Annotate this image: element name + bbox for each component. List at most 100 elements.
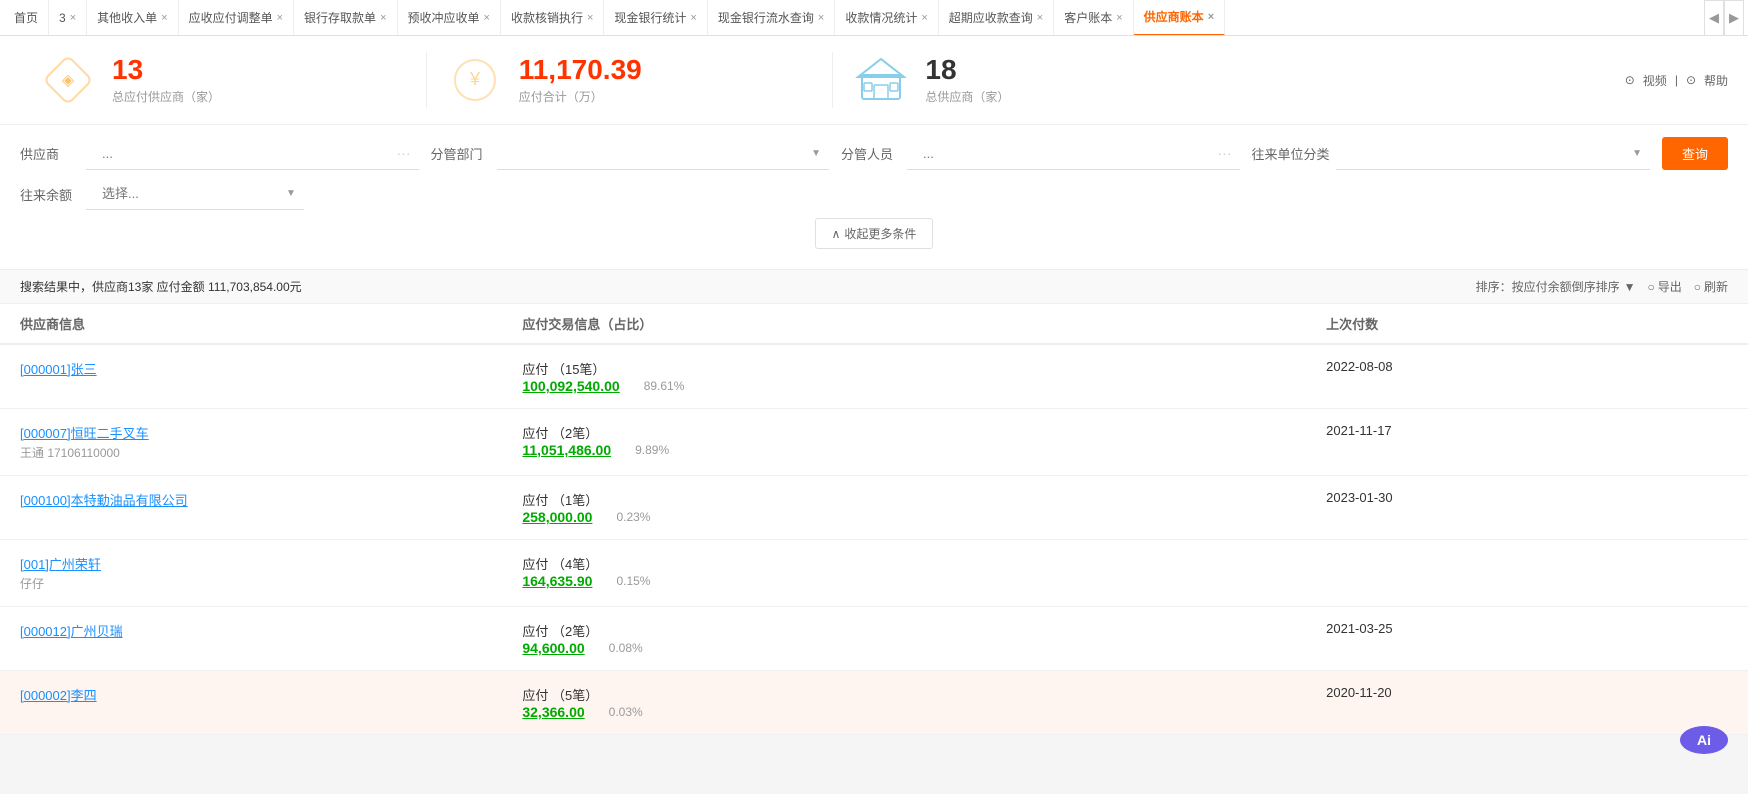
nav-tab-other-income[interactable]: 其他收入单 ×: [87, 0, 178, 36]
table-row: [000100]本特勤油品有限公司 应付 （1笔） 258,000.00 0.2…: [0, 476, 1748, 540]
close-tab-supplier-book[interactable]: ×: [1208, 11, 1214, 23]
trans-percent-1: 89.61%: [644, 379, 685, 393]
close-tab-customer-book[interactable]: ×: [1116, 12, 1122, 24]
trans-amount-5[interactable]: 94,600.00: [522, 640, 584, 656]
close-tab-cash-bank-flow[interactable]: ×: [818, 12, 824, 24]
close-tab-other-income[interactable]: ×: [161, 12, 167, 24]
payable-amount-number: 11,170.39: [519, 56, 642, 84]
supplier-input[interactable]: [94, 142, 397, 165]
header-supplier-info: 供应商信息: [20, 314, 522, 333]
close-tab-bank-deposit[interactable]: ×: [380, 12, 386, 24]
trans-type-2: 应付 （2笔）: [522, 423, 598, 442]
result-info: 搜索结果中，供应商13家 应付金额 111,703,854.00元: [20, 278, 302, 295]
filter-person: 分管人员 ···: [841, 138, 1240, 170]
supplier-name-4[interactable]: [001]广州荣轩: [20, 554, 522, 573]
lastpay-cell-1: 2022-08-08: [1326, 359, 1728, 374]
payable-amount-label: 应付合计（万）: [519, 88, 642, 105]
nav-tab-cash-bank-flow[interactable]: 现金银行流水查询 ×: [708, 0, 835, 36]
ai-button[interactable]: Ai: [1680, 726, 1728, 754]
svg-text:¥: ¥: [469, 69, 481, 89]
nav-tab-3[interactable]: 3 ×: [49, 0, 87, 36]
trans-type-5: 应付 （2笔）: [522, 621, 598, 640]
nav-tab-advance-ar[interactable]: 预收冲应收单 ×: [398, 0, 501, 36]
close-tab-3[interactable]: ×: [70, 12, 76, 24]
person-input[interactable]: [915, 142, 1218, 165]
trans-amount-1[interactable]: 100,092,540.00: [522, 378, 619, 394]
nav-next-arrow[interactable]: ▶: [1724, 0, 1744, 36]
supplier-name-2[interactable]: [000007]恒旺二手叉车: [20, 423, 522, 442]
supplier-cell-5: [000012]广州贝瑞: [20, 621, 522, 640]
filter-row-1: 供应商 ··· 分管部门 ▼ 分管人员 ··· 往来单位分类: [20, 137, 1728, 170]
stat-payable-amount: ¥ 11,170.39 应付合计（万）: [427, 52, 834, 108]
nav-prev-arrow[interactable]: ◀: [1704, 0, 1724, 36]
sort-label: 排序：按应付余额倒序排序: [1476, 278, 1620, 295]
lastpay-cell-6: 2020-11-20: [1326, 685, 1728, 700]
dept-dropdown-arrow[interactable]: ▼: [811, 148, 821, 159]
person-input-wrapper: ···: [907, 138, 1240, 170]
trans-percent-6: 0.03%: [609, 705, 643, 719]
last-pay-date-5: 2021-03-25: [1326, 621, 1393, 636]
supplier-name-6[interactable]: [000002]李四: [20, 685, 522, 704]
trans-amount-2[interactable]: 11,051,486.00: [522, 442, 611, 458]
nav-tab-receipt-verify[interactable]: 收款核销执行 ×: [501, 0, 604, 36]
trans-percent-4: 0.15%: [616, 574, 650, 588]
nav-tab-bank-deposit[interactable]: 银行存取款单 ×: [294, 0, 397, 36]
transaction-cell-4: 应付 （4笔） 164,635.90 0.15%: [522, 554, 1326, 589]
header-last-payment: 上次付数: [1326, 314, 1728, 333]
category-filter-label: 往来单位分类: [1252, 144, 1330, 163]
close-tab-cash-bank-stat[interactable]: ×: [690, 12, 696, 24]
nav-tab-cash-bank-stat[interactable]: 现金银行统计 ×: [604, 0, 707, 36]
total-suppliers-number: 18: [925, 56, 1009, 84]
table-row: [000001]张三 应付 （15笔） 100,092,540.00 89.61…: [0, 345, 1748, 409]
nav-tab-supplier-book[interactable]: 供应商账本 ×: [1134, 0, 1225, 36]
nav-tab-overdue-ar[interactable]: 超期应收款查询 ×: [939, 0, 1054, 36]
person-dots: ···: [1218, 145, 1232, 161]
top-navigation: 首页 3 × 其他收入单 × 应收应付调整单 × 银行存取款单 × 预收冲应收单…: [0, 0, 1748, 36]
close-tab-receipt-verify[interactable]: ×: [587, 12, 593, 24]
sort-select[interactable]: 排序：按应付余额倒序排序 ▼: [1476, 278, 1636, 295]
trans-amount-4[interactable]: 164,635.90: [522, 573, 592, 589]
balance-dropdown-arrow[interactable]: ▼: [286, 188, 296, 199]
nav-tab-receipt-stat[interactable]: 收款情况统计 ×: [835, 0, 938, 36]
close-tab-advance-ar[interactable]: ×: [484, 12, 490, 24]
category-input[interactable]: [1344, 142, 1633, 165]
trans-type-6: 应付 （5笔）: [522, 685, 598, 704]
supplier-cell-1: [000001]张三: [20, 359, 522, 378]
trans-amount-6[interactable]: 32,366.00: [522, 704, 584, 720]
refresh-button[interactable]: ○ 刷新: [1694, 278, 1728, 295]
close-tab-receipt-stat[interactable]: ×: [921, 12, 927, 24]
filter-category: 往来单位分类 ▼: [1252, 138, 1651, 170]
balance-filter-label: 往来余额: [20, 185, 80, 204]
amount-icon: ¥: [447, 52, 503, 108]
last-pay-date-2: 2021-11-17: [1326, 423, 1392, 438]
transaction-cell-1: 应付 （15笔） 100,092,540.00 89.61%: [522, 359, 1326, 394]
help-link[interactable]: 帮助: [1704, 72, 1728, 89]
trans-percent-2: 9.89%: [635, 443, 669, 457]
dept-input-wrapper: ▼: [497, 138, 830, 170]
close-tab-overdue-ar[interactable]: ×: [1037, 12, 1043, 24]
category-dropdown-arrow[interactable]: ▼: [1632, 148, 1642, 159]
table-row: [000012]广州贝瑞 应付 （2笔） 94,600.00 0.08% 202…: [0, 607, 1748, 671]
trans-amount-3[interactable]: 258,000.00: [522, 509, 592, 525]
payable-amount-text: 11,170.39 应付合计（万）: [519, 56, 642, 105]
export-button[interactable]: ○ 导出: [1647, 278, 1681, 295]
balance-select[interactable]: [94, 182, 286, 205]
nav-tab-ar-ap-adjust[interactable]: 应收应付调整单 ×: [179, 0, 294, 36]
dept-filter-label: 分管部门: [431, 144, 491, 163]
supplier-name-1[interactable]: [000001]张三: [20, 359, 522, 378]
chevron-up-icon: ∧: [832, 227, 841, 241]
nav-tab-customer-book[interactable]: 客户账本 ×: [1054, 0, 1133, 36]
supplier-name-3[interactable]: [000100]本特勤油品有限公司: [20, 490, 522, 509]
search-button[interactable]: 查询: [1662, 137, 1728, 170]
supplier-icon: ◈: [40, 52, 96, 108]
close-tab-ar-ap-adjust[interactable]: ×: [277, 12, 283, 24]
collapse-button[interactable]: ∧ 收起更多条件: [815, 218, 934, 249]
table-header: 供应商信息 应付交易信息（占比） 上次付数: [0, 304, 1748, 345]
dept-input[interactable]: [505, 142, 812, 165]
video-link[interactable]: 视频: [1643, 72, 1667, 89]
stat-total-suppliers: 18 总供应商（家）: [833, 52, 1604, 108]
nav-tab-home[interactable]: 首页: [4, 0, 49, 36]
stats-row: ◈ 13 总应付供应商（家） ¥ 11,170.39 应付合计（万）: [0, 36, 1748, 125]
supplier-name-5[interactable]: [000012]广州贝瑞: [20, 621, 522, 640]
lastpay-cell-5: 2021-03-25: [1326, 621, 1728, 636]
